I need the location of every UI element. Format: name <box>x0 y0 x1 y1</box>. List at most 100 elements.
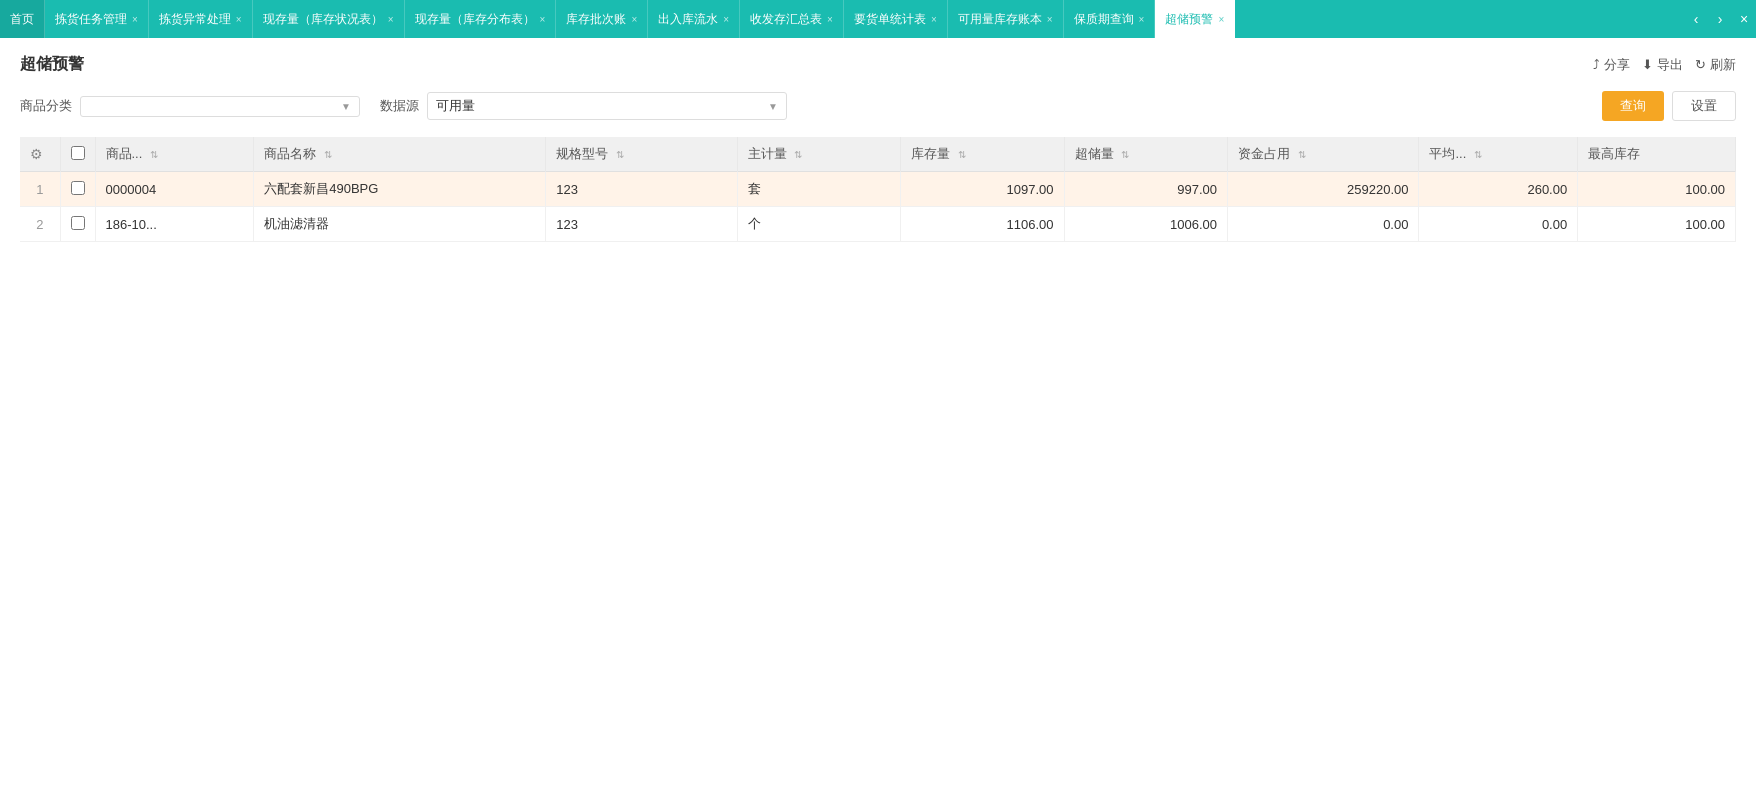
col-inventory[interactable]: 库存量 ⇅ <box>901 137 1064 172</box>
refresh-button[interactable]: ↻ 刷新 <box>1695 56 1736 74</box>
nav-item-summary[interactable]: 收发存汇总表 × <box>740 0 844 38</box>
chevron-down-icon: ▼ <box>768 101 778 112</box>
nav-item-overstock-warning[interactable]: 超储预警 × <box>1155 0 1235 38</box>
col-settings[interactable]: ⚙ <box>20 137 60 172</box>
capital-value: 259220.00 <box>1227 172 1418 207</box>
product-spec: 123 <box>546 172 737 207</box>
share-button[interactable]: ⤴ 分享 <box>1593 56 1630 74</box>
col-label: 主计量 <box>748 146 787 161</box>
close-icon[interactable]: × <box>1139 14 1145 25</box>
close-icon[interactable]: × <box>1047 14 1053 25</box>
category-label: 商品分类 <box>20 97 72 115</box>
overstock-qty: 1006.00 <box>1064 207 1227 242</box>
col-product-code[interactable]: 商品... ⇅ <box>95 137 254 172</box>
nav-item-pick-exception[interactable]: 拣货异常处理 × <box>149 0 253 38</box>
col-max-stock[interactable]: 最高库存 <box>1578 137 1736 172</box>
nav-arrows: ‹ › × <box>1684 0 1756 38</box>
row-checkbox-cell <box>60 207 95 242</box>
col-label: 商品... <box>106 146 143 161</box>
row-checkbox[interactable] <box>71 216 85 230</box>
close-icon[interactable]: × <box>931 14 937 25</box>
share-icon: ⤴ <box>1593 57 1600 72</box>
nav-item-available-book[interactable]: 可用量库存账本 × <box>948 0 1064 38</box>
product-spec: 123 <box>546 207 737 242</box>
page-header: 超储预警 ⤴ 分享 ⬇ 导出 ↻ 刷新 <box>20 54 1736 75</box>
close-icon[interactable]: × <box>1218 14 1224 25</box>
product-code: 186-10... <box>95 207 254 242</box>
inventory-qty: 1106.00 <box>901 207 1064 242</box>
gear-icon[interactable]: ⚙ <box>30 146 43 162</box>
chevron-down-icon: ▼ <box>341 101 351 112</box>
export-icon: ⬇ <box>1642 57 1653 72</box>
nav-close-all[interactable]: × <box>1732 0 1756 38</box>
table-header-row: ⚙ 商品... ⇅ 商品名称 ⇅ 规格型号 ⇅ 主计量 <box>20 137 1736 172</box>
col-label: 超储量 <box>1075 146 1114 161</box>
sort-icon: ⇅ <box>324 149 332 160</box>
data-table: ⚙ 商品... ⇅ 商品名称 ⇅ 规格型号 ⇅ 主计量 <box>20 137 1736 242</box>
nav-item-batch-account[interactable]: 库存批次账 × <box>556 0 648 38</box>
datasource-select[interactable]: 可用量 ▼ <box>427 92 787 120</box>
sort-icon: ⇅ <box>1474 149 1482 160</box>
col-label: 平均... <box>1429 146 1466 161</box>
close-icon[interactable]: × <box>132 14 138 25</box>
capital-value: 0.00 <box>1227 207 1418 242</box>
category-select[interactable]: ▼ <box>80 96 360 117</box>
nav-item-home[interactable]: 首页 <box>0 0 45 38</box>
col-spec[interactable]: 规格型号 ⇅ <box>546 137 737 172</box>
close-icon[interactable]: × <box>540 14 546 25</box>
header-actions: ⤴ 分享 ⬇ 导出 ↻ 刷新 <box>1593 56 1736 74</box>
product-name: 六配套新昌490BPG <box>254 172 546 207</box>
datasource-filter: 数据源 可用量 ▼ <box>380 92 787 120</box>
row-number: 1 <box>20 172 60 207</box>
nav-right-arrow[interactable]: › <box>1708 0 1732 38</box>
filter-row: 商品分类 ▼ 数据源 可用量 ▼ 查询 设置 <box>20 91 1736 121</box>
col-overstock[interactable]: 超储量 ⇅ <box>1064 137 1227 172</box>
settings-button[interactable]: 设置 <box>1672 91 1736 121</box>
refresh-icon: ↻ <box>1695 57 1706 72</box>
max-stock-value: 100.00 <box>1578 207 1736 242</box>
nav-item-inventory-dist[interactable]: 现存量（库存分布表） × <box>405 0 557 38</box>
select-all-checkbox[interactable] <box>71 146 85 160</box>
nav-item-pick-task[interactable]: 拣货任务管理 × <box>45 0 149 38</box>
sort-icon: ⇅ <box>616 149 624 160</box>
nav-item-inventory-status[interactable]: 现存量（库存状况表） × <box>253 0 405 38</box>
overstock-qty: 997.00 <box>1064 172 1227 207</box>
col-product-name[interactable]: 商品名称 ⇅ <box>254 137 546 172</box>
table-row: 1 0000004 六配套新昌490BPG 123 套 1097.00 997.… <box>20 172 1736 207</box>
nav-item-inout-flow[interactable]: 出入库流水 × <box>648 0 740 38</box>
product-name: 机油滤清器 <box>254 207 546 242</box>
col-unit[interactable]: 主计量 ⇅ <box>737 137 900 172</box>
filter-actions: 查询 设置 <box>1602 91 1736 121</box>
col-checkbox <box>60 137 95 172</box>
category-filter: 商品分类 ▼ <box>20 96 360 117</box>
close-icon[interactable]: × <box>723 14 729 25</box>
row-number: 2 <box>20 207 60 242</box>
nav-item-order-stats[interactable]: 要货单统计表 × <box>844 0 948 38</box>
product-unit: 个 <box>737 207 900 242</box>
avg-value: 260.00 <box>1419 172 1578 207</box>
col-label: 库存量 <box>911 146 950 161</box>
main-content: 超储预警 ⤴ 分享 ⬇ 导出 ↻ 刷新 商品分类 ▼ 数据源 <box>0 38 1756 800</box>
top-navigation: 首页 拣货任务管理 × 拣货异常处理 × 现存量（库存状况表） × 现存量（库存… <box>0 0 1756 38</box>
col-label: 商品名称 <box>264 146 316 161</box>
close-icon[interactable]: × <box>236 14 242 25</box>
nav-left-arrow[interactable]: ‹ <box>1684 0 1708 38</box>
col-avg[interactable]: 平均... ⇅ <box>1419 137 1578 172</box>
export-button[interactable]: ⬇ 导出 <box>1642 56 1683 74</box>
max-stock-value: 100.00 <box>1578 172 1736 207</box>
row-checkbox[interactable] <box>71 181 85 195</box>
product-unit: 套 <box>737 172 900 207</box>
col-label: 最高库存 <box>1588 146 1640 161</box>
sort-icon: ⇅ <box>150 149 158 160</box>
close-icon[interactable]: × <box>388 14 394 25</box>
close-icon[interactable]: × <box>827 14 833 25</box>
col-label: 规格型号 <box>556 146 608 161</box>
nav-item-quality-check[interactable]: 保质期查询 × <box>1064 0 1156 38</box>
datasource-label: 数据源 <box>380 97 419 115</box>
sort-icon: ⇅ <box>958 149 966 160</box>
close-icon[interactable]: × <box>631 14 637 25</box>
product-code: 0000004 <box>95 172 254 207</box>
query-button[interactable]: 查询 <box>1602 91 1664 121</box>
col-capital[interactable]: 资金占用 ⇅ <box>1227 137 1418 172</box>
inventory-qty: 1097.00 <box>901 172 1064 207</box>
